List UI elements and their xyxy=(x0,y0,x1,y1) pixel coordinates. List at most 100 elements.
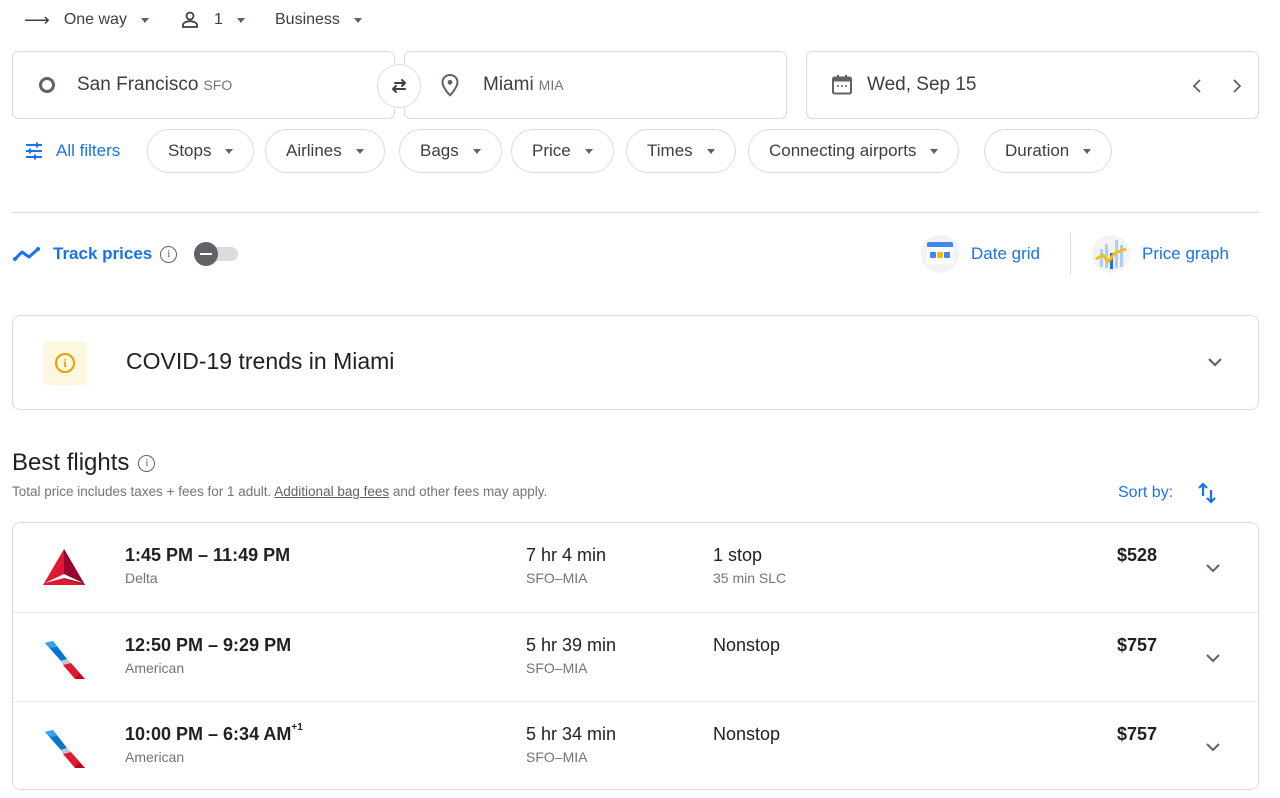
filter-chip-airlines[interactable]: Airlines xyxy=(265,129,385,173)
trip-type-dropdown[interactable]: ⟶ One way xyxy=(24,8,149,32)
flight-price: $757 xyxy=(1117,724,1158,744)
caret-down-icon xyxy=(236,17,245,23)
chevron-right-icon xyxy=(1233,79,1242,93)
previous-date-button[interactable] xyxy=(1187,74,1207,98)
results-heading: Best flights i xyxy=(12,449,156,477)
caret-down-icon xyxy=(225,148,234,154)
caret-down-icon xyxy=(930,148,939,154)
flight-stops: 1 stop xyxy=(713,545,763,565)
covid-notice-card[interactable]: i COVID-19 trends in Miami xyxy=(12,315,1259,410)
disclaimer-text: and other fees may apply. xyxy=(389,484,548,499)
filter-chip-duration[interactable]: Duration xyxy=(984,129,1113,173)
info-icon[interactable]: i xyxy=(160,245,178,263)
date-grid-label: Date grid xyxy=(971,244,1040,263)
american-logo-icon xyxy=(45,641,85,679)
flight-duration: 7 hr 4 min xyxy=(526,545,607,565)
caret-down-icon xyxy=(355,148,364,154)
flight-row[interactable]: 1:45 PM – 11:49 PM Delta 7 hr 4 min SFO–… xyxy=(13,523,1258,612)
best-flights-title: Best flights xyxy=(12,449,130,476)
info-icon[interactable]: i xyxy=(138,454,156,472)
day-offset: +1 xyxy=(291,722,303,733)
chip-label: Airlines xyxy=(286,141,342,160)
flight-stops: Nonstop xyxy=(713,635,781,655)
sort-by-button[interactable]: Sort by: xyxy=(1118,481,1219,505)
delta-logo-icon xyxy=(43,549,85,585)
warning-info-icon: i xyxy=(55,353,75,373)
destination-field[interactable]: Miami MIA xyxy=(404,51,787,119)
section-divider xyxy=(12,212,1259,213)
filter-chip-price[interactable]: Price xyxy=(511,129,614,173)
chip-label: Price xyxy=(532,141,571,160)
caret-down-icon xyxy=(140,17,149,23)
arrow-right-icon: ⟶ xyxy=(24,9,50,30)
price-graph-icon xyxy=(1092,235,1130,273)
track-prices-toggle[interactable] xyxy=(194,242,240,266)
filter-chip-bags[interactable]: Bags xyxy=(399,129,502,173)
expand-flight-button[interactable] xyxy=(1201,646,1225,670)
flight-times: 12:50 PM – 9:29 PM xyxy=(125,635,292,655)
chevron-down-icon xyxy=(1206,743,1220,752)
caret-down-icon xyxy=(353,17,362,23)
date-grid-button[interactable]: Date grid xyxy=(921,235,1040,273)
expand-covid-button[interactable] xyxy=(1203,350,1227,374)
cabin-class-label: Business xyxy=(275,11,340,28)
track-prices-label: Track prices xyxy=(53,244,153,263)
chevron-down-icon xyxy=(1206,564,1220,573)
flight-duration: 5 hr 39 min xyxy=(526,635,617,655)
sort-arrows-icon xyxy=(1198,482,1216,504)
price-disclaimer: Total price includes taxes + fees for 1 … xyxy=(12,484,547,499)
date-grid-icon xyxy=(921,235,959,273)
airline-name: American xyxy=(125,749,185,765)
location-pin-icon xyxy=(441,73,459,97)
flight-route: SFO–MIA xyxy=(526,570,588,586)
origin-city: San Francisco xyxy=(77,74,199,95)
origin-circle-icon xyxy=(39,77,55,93)
flight-row[interactable]: 10:00 PM – 6:34 AM+1 American 5 hr 34 mi… xyxy=(13,701,1258,790)
flight-route: SFO–MIA xyxy=(526,749,588,765)
swap-arrows-icon xyxy=(392,79,406,93)
expand-flight-button[interactable] xyxy=(1201,735,1225,759)
price-graph-label: Price graph xyxy=(1142,244,1229,263)
airline-name: American xyxy=(125,660,185,676)
bag-fees-link[interactable]: Additional bag fees xyxy=(274,484,389,499)
covid-info-icon-box: i xyxy=(43,341,87,385)
airline-name: Delta xyxy=(125,570,158,586)
chip-label: Stops xyxy=(168,141,212,160)
chevron-down-icon xyxy=(1208,358,1222,367)
caret-down-icon xyxy=(706,148,715,154)
filter-chip-connecting-airports[interactable]: Connecting airports xyxy=(748,129,960,173)
flight-duration: 5 hr 34 min xyxy=(526,724,617,744)
all-filters-button[interactable]: All filters xyxy=(24,139,120,163)
filter-chip-stops[interactable]: Stops xyxy=(147,129,255,173)
swap-locations-button[interactable] xyxy=(377,64,421,108)
expand-flight-button[interactable] xyxy=(1201,556,1225,580)
departure-date: Wed, Sep 15 xyxy=(867,74,977,95)
trend-line-icon xyxy=(13,247,40,261)
caret-down-icon xyxy=(584,148,593,154)
flights-list: 1:45 PM – 11:49 PM Delta 7 hr 4 min SFO–… xyxy=(12,522,1259,790)
flight-route: SFO–MIA xyxy=(526,660,588,676)
covid-notice-title: COVID-19 trends in Miami xyxy=(126,348,395,374)
flight-row[interactable]: 12:50 PM – 9:29 PM American 5 hr 39 min … xyxy=(13,612,1258,701)
passenger-count: 1 xyxy=(214,11,223,28)
departure-date-field[interactable]: Wed, Sep 15 xyxy=(806,51,1259,119)
chip-label: Duration xyxy=(1005,141,1070,160)
origin-field[interactable]: San Francisco SFO xyxy=(12,51,395,119)
chip-label: Connecting airports xyxy=(769,141,917,160)
chip-label: Bags xyxy=(420,141,459,160)
flight-price: $528 xyxy=(1117,545,1158,565)
next-date-button[interactable] xyxy=(1227,74,1247,98)
cabin-class-dropdown[interactable]: Business xyxy=(275,8,362,32)
price-graph-button[interactable]: Price graph xyxy=(1092,235,1229,273)
disclaimer-text: Total price includes taxes + fees for 1 … xyxy=(12,484,275,499)
passengers-dropdown[interactable]: 1 xyxy=(180,8,245,32)
chip-label: Times xyxy=(647,141,693,160)
origin-code: SFO xyxy=(203,77,233,93)
caret-down-icon xyxy=(1083,148,1092,154)
tools-divider xyxy=(1070,233,1071,275)
filter-chip-times[interactable]: Times xyxy=(626,129,736,173)
chevron-down-icon xyxy=(1206,654,1220,663)
flight-stops: Nonstop xyxy=(713,724,781,744)
all-filters-label: All filters xyxy=(56,141,121,160)
flight-times: 10:00 PM – 6:34 AM+1 xyxy=(125,722,303,744)
